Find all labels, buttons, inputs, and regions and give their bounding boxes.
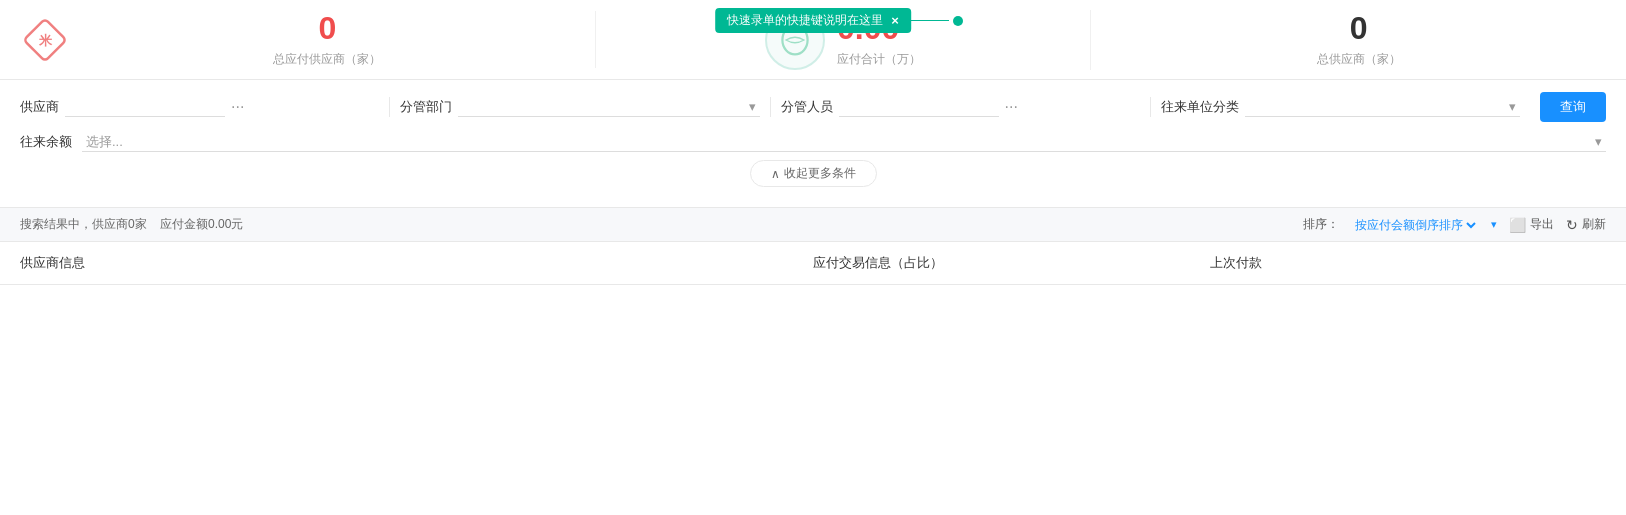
collapse-icon: ∧ [771, 167, 780, 181]
supplier-input[interactable] [65, 97, 225, 117]
collapse-button[interactable]: ∧ 收起更多条件 [750, 160, 877, 187]
col-supplier-info: 供应商信息 [20, 254, 813, 272]
unit-class-filter: 往来单位分类 ▾ [1151, 97, 1530, 117]
sort-select[interactable]: 按应付会额倒序排序 [1351, 217, 1479, 233]
stats-bar: 米 0 总应付供应商（家） 0.00 应付合计（万） 快速录单的快捷键说明在这里… [0, 0, 1626, 80]
refresh-button[interactable]: ↻ 刷新 [1566, 216, 1606, 233]
dept-filter: 分管部门 ▾ [390, 97, 770, 117]
unit-class-label: 往来单位分类 [1161, 98, 1239, 116]
filter-row-2: 往来余额 选择... ▾ [20, 132, 1606, 152]
results-text: 搜索结果中，供应商0家 应付金额0.00元 [20, 216, 243, 233]
dept-select-wrapper: ▾ [458, 97, 759, 117]
export-button[interactable]: ⬜ 导出 [1509, 216, 1554, 233]
sort-label: 排序： [1303, 216, 1339, 233]
person-dots[interactable]: ··· [1005, 98, 1018, 116]
results-actions: 排序： 按应付会额倒序排序 ▾ ⬜ 导出 ↻ 刷新 [1303, 216, 1606, 233]
tooltip-text: 快速录单的快捷键说明在这里 [727, 12, 883, 29]
tooltip-badge: 快速录单的快捷键说明在这里 × [715, 8, 911, 33]
table-body [0, 285, 1626, 515]
results-summary: 搜索结果中，供应商0家 应付金额0.00元 [20, 216, 243, 233]
total-payable-suppliers-label: 总应付供应商（家） [273, 51, 381, 68]
query-button[interactable]: 查询 [1540, 92, 1606, 122]
export-icon: ⬜ [1509, 217, 1526, 233]
unit-class-select-wrapper: ▾ [1245, 97, 1520, 117]
logo-diamond: 米 [20, 15, 70, 65]
tooltip-dot [953, 16, 963, 26]
tooltip-close[interactable]: × [891, 14, 899, 27]
filter-bar: 供应商 ··· 分管部门 ▾ 分管人员 ··· 往来单位分类 [0, 80, 1626, 208]
col-last-payment: 上次付款 [1210, 254, 1607, 272]
unit-class-select[interactable] [1245, 97, 1520, 116]
dept-select[interactable] [458, 97, 759, 116]
filter-row-1: 供应商 ··· 分管部门 ▾ 分管人员 ··· 往来单位分类 [20, 92, 1606, 122]
results-bar: 搜索结果中，供应商0家 应付金额0.00元 排序： 按应付会额倒序排序 ▾ ⬜ … [0, 208, 1626, 242]
supplier-label: 供应商 [20, 98, 59, 116]
refresh-icon: ↻ [1566, 217, 1578, 233]
person-filter: 分管人员 ··· [771, 97, 1151, 117]
person-label: 分管人员 [781, 98, 833, 116]
balance-select-wrapper: 选择... ▾ [82, 132, 1606, 152]
balance-select[interactable]: 选择... [82, 132, 1606, 151]
total-payable-suppliers-stat: 0 总应付供应商（家） [60, 11, 596, 67]
person-input[interactable] [839, 97, 999, 117]
supplier-dots[interactable]: ··· [231, 98, 244, 116]
balance-label: 往来余额 [20, 133, 72, 151]
sort-caret-icon: ▾ [1491, 218, 1497, 231]
total-suppliers-value: 0 [1350, 11, 1368, 46]
dept-label: 分管部门 [400, 98, 452, 116]
table-header: 供应商信息 应付交易信息（占比） 上次付款 [0, 242, 1626, 285]
total-suppliers-label: 总供应商（家） [1317, 51, 1401, 68]
payable-total-label: 应付合计（万） [837, 51, 921, 68]
total-suppliers-stat: 0 总供应商（家） [1091, 11, 1626, 67]
total-payable-suppliers-value: 0 [318, 11, 336, 46]
svg-text:米: 米 [38, 33, 53, 48]
supplier-filter: 供应商 ··· [20, 97, 390, 117]
col-payable-info: 应付交易信息（占比） [813, 254, 1210, 272]
collapse-label: 收起更多条件 [784, 165, 856, 182]
